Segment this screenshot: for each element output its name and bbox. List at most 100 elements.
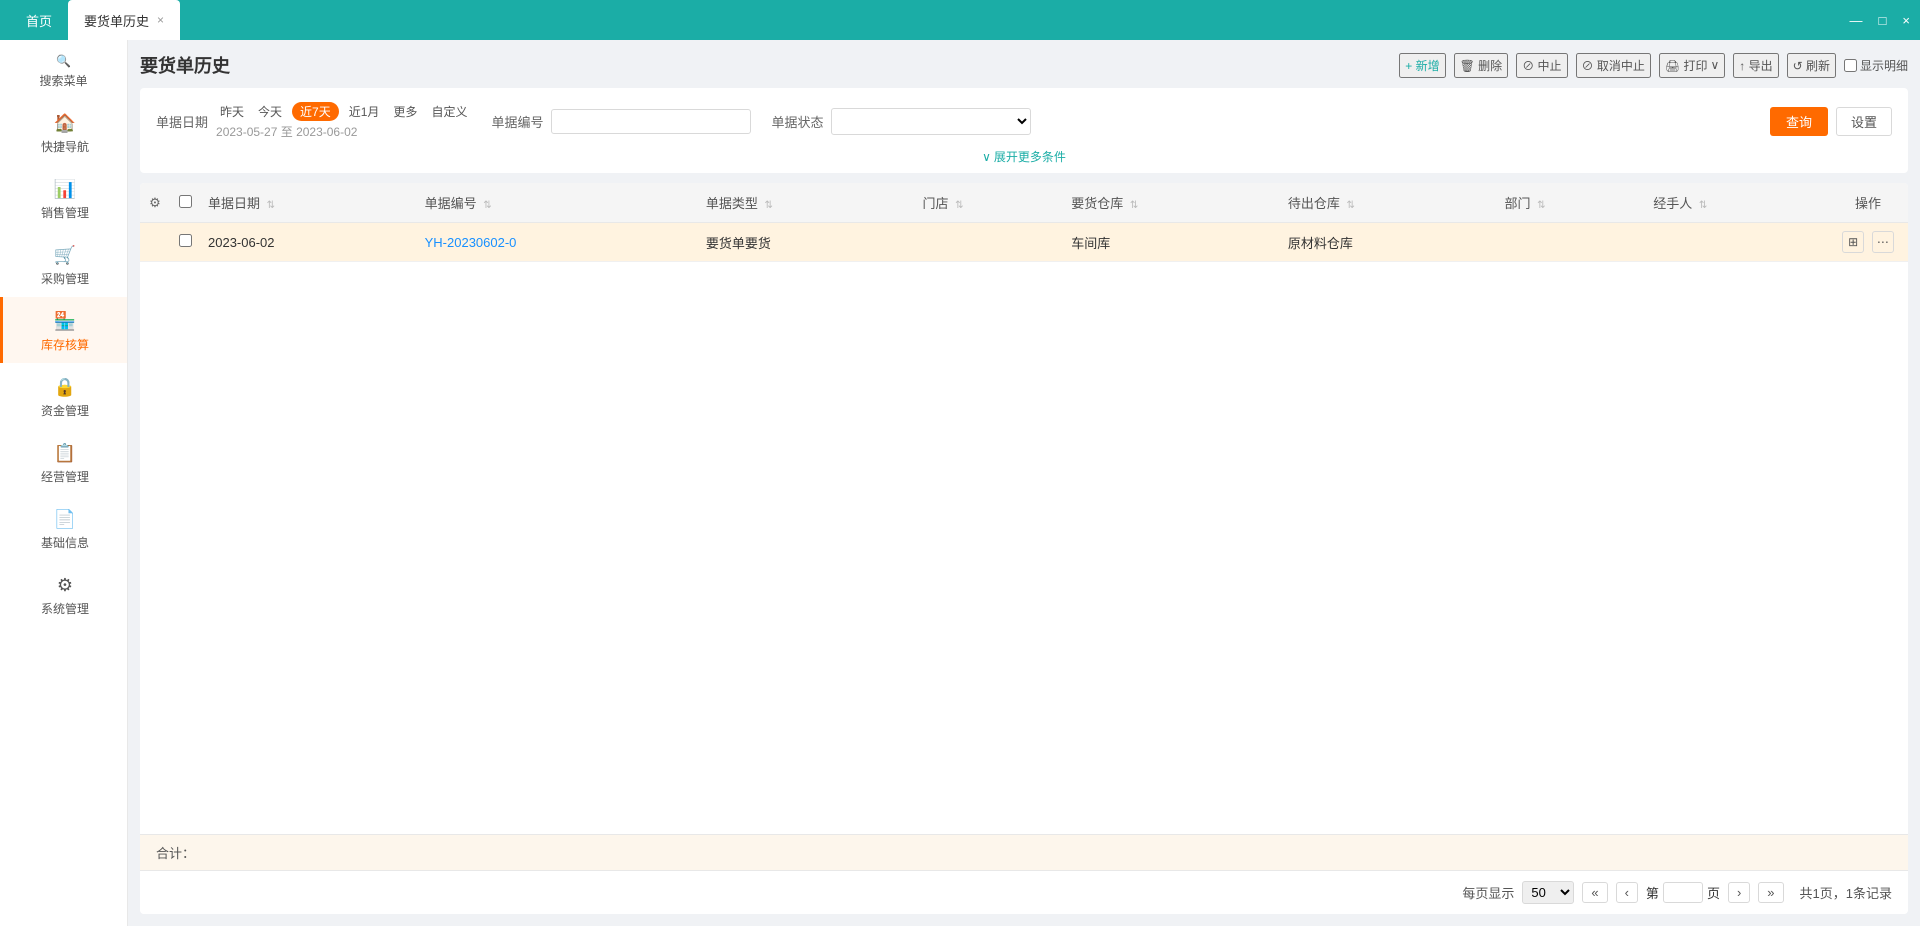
tab-doc-history[interactable]: 要货单历史 ×	[68, 0, 180, 40]
col-doc-date-label: 单据日期	[208, 196, 260, 211]
col-handler[interactable]: 经手人 ⇅	[1645, 183, 1828, 223]
filter-action-buttons: 查询 设置	[1770, 107, 1892, 136]
col-department-label: 部门	[1504, 196, 1530, 211]
page-input[interactable]: 1	[1663, 882, 1703, 903]
cell-req-warehouse: 车间库	[1063, 223, 1280, 262]
operations-icon: 📋	[54, 443, 76, 464]
settings-button[interactable]: 设置	[1836, 107, 1892, 136]
add-button[interactable]: + 新增	[1399, 53, 1445, 78]
shortcut-custom[interactable]: 自定义	[427, 102, 471, 121]
tab-doc-history-label: 要货单历史	[84, 11, 149, 30]
table-wrapper[interactable]: ⚙ 单据日期 ⇅ 单据编号 ⇅	[140, 183, 1908, 834]
op-view-icon[interactable]: ⊞	[1842, 231, 1864, 253]
query-button[interactable]: 查询	[1770, 107, 1828, 136]
cell-doc-no[interactable]: YH-20230602-0	[417, 223, 698, 262]
expand-more-button[interactable]: ∨ 展开更多条件	[156, 148, 1892, 165]
sidebar-item-operations[interactable]: 📋 经营管理	[0, 429, 127, 495]
first-page-button[interactable]: «	[1582, 882, 1607, 903]
shortcut-1month[interactable]: 近1月	[345, 102, 384, 121]
col-doc-date[interactable]: 单据日期 ⇅	[200, 183, 417, 223]
shortcut-7days[interactable]: 近7天	[292, 102, 339, 121]
print-button[interactable]: 🖨 打印 ∨	[1659, 53, 1725, 78]
stop-button[interactable]: ⊘ 中止	[1516, 53, 1567, 78]
display-detail-checkbox[interactable]	[1844, 59, 1857, 72]
pagination-info: 共1页，1条记录	[1800, 883, 1892, 902]
shortcut-yesterday[interactable]: 昨天	[216, 102, 248, 121]
sidebar-item-finance[interactable]: 🔒 资金管理	[0, 363, 127, 429]
header-actions: + 新增 🗑 删除 ⊘ 中止 ⊘ 取消中止 🖨 打印 ∨ ↑ 导出 ↺ 刷新 显…	[1399, 53, 1908, 78]
pagination: 每页显示 10 20 50 100 « ‹ 第 1 页 › » 共1页，1条记录	[140, 870, 1908, 914]
cell-doc-date: 2023-06-02	[200, 223, 417, 262]
sort-department-icon: ⇅	[1537, 200, 1545, 211]
sidebar-item-inventory[interactable]: 🏪 库存核算	[0, 297, 127, 363]
col-doc-type[interactable]: 单据类型 ⇅	[698, 183, 915, 223]
col-doc-type-label: 单据类型	[706, 196, 758, 211]
system-icon: ⚙	[57, 575, 73, 596]
col-settings[interactable]: ⚙	[140, 183, 170, 223]
sidebar-item-basic-info[interactable]: 📄 基础信息	[0, 495, 127, 561]
expand-more-icon: ∨	[982, 150, 991, 164]
op-more-icon[interactable]: ⋯	[1872, 231, 1894, 253]
sales-icon: 📊	[54, 179, 76, 200]
col-ops-label: 操作	[1855, 196, 1881, 211]
sidebar-item-inventory-label: 库存核算	[41, 336, 89, 353]
sidebar-item-sales-label: 销售管理	[41, 204, 89, 221]
content-area: 要货单历史 + 新增 🗑 删除 ⊘ 中止 ⊘ 取消中止 🖨 打印 ∨ ↑ 导出 …	[128, 40, 1920, 926]
col-department[interactable]: 部门 ⇅	[1496, 183, 1645, 223]
sidebar-item-purchase[interactable]: 🛒 采购管理	[0, 231, 127, 297]
main-layout: 🔍 搜索菜单 🏠 快捷导航 📊 销售管理 🛒 采购管理 🏪 库存核算 🔒 资金管…	[0, 40, 1920, 926]
tab-home[interactable]: 首页	[10, 0, 68, 40]
per-page-select[interactable]: 10 20 50 100	[1522, 881, 1574, 904]
cancel-stop-button[interactable]: ⊘ 取消中止	[1576, 53, 1651, 78]
page-input-group: 第 1 页	[1646, 882, 1720, 903]
sidebar-item-system[interactable]: ⚙ 系统管理	[0, 561, 127, 627]
table-header-row: ⚙ 单据日期 ⇅ 单据编号 ⇅	[140, 183, 1908, 223]
sidebar-search[interactable]: 🔍 搜索菜单	[0, 40, 127, 99]
col-pending-warehouse[interactable]: 待出仓库 ⇅	[1280, 183, 1497, 223]
window-controls: — □ ×	[1850, 13, 1910, 28]
tab-close-icon[interactable]: ×	[157, 13, 164, 27]
col-req-warehouse[interactable]: 要货仓库 ⇅	[1063, 183, 1280, 223]
col-doc-no[interactable]: 单据编号 ⇅	[417, 183, 698, 223]
date-filter-label: 单据日期	[156, 112, 208, 131]
page-title: 要货单历史	[140, 52, 230, 78]
delete-button[interactable]: 🗑 删除	[1454, 53, 1509, 78]
shortcut-more[interactable]: 更多	[389, 102, 421, 121]
next-page-button[interactable]: ›	[1728, 882, 1750, 903]
sidebar-item-sales[interactable]: 📊 销售管理	[0, 165, 127, 231]
sidebar-item-system-label: 系统管理	[41, 600, 89, 617]
row-checkbox[interactable]	[179, 234, 192, 247]
print-arrow-icon: ∨	[1710, 58, 1719, 72]
table-footer: 合计：	[140, 834, 1908, 870]
doc-no-link[interactable]: YH-20230602-0	[425, 235, 517, 250]
sort-doc-no-icon: ⇅	[483, 200, 491, 211]
data-table: ⚙ 单据日期 ⇅ 单据编号 ⇅	[140, 183, 1908, 262]
filter-area: 单据日期 昨天 今天 近7天 近1月 更多 自定义 2023-05-27 至 2…	[140, 88, 1908, 173]
sidebar-item-finance-label: 资金管理	[41, 402, 89, 419]
col-store[interactable]: 门店 ⇅	[914, 183, 1063, 223]
sidebar-search-label: 搜索菜单	[39, 72, 87, 89]
export-button[interactable]: ↑ 导出	[1733, 53, 1778, 78]
window-minimize[interactable]: —	[1850, 13, 1863, 28]
search-icon: 🔍	[56, 54, 71, 68]
prev-page-button[interactable]: ‹	[1616, 882, 1638, 903]
finance-icon: 🔒	[54, 377, 76, 398]
col-store-label: 门店	[922, 196, 948, 211]
sort-req-warehouse-icon: ⇅	[1130, 200, 1138, 211]
last-page-button[interactable]: »	[1758, 882, 1783, 903]
display-detail-label: 显示明细	[1860, 57, 1908, 74]
window-maximize[interactable]: □	[1879, 13, 1887, 28]
doc-no-input[interactable]	[551, 109, 751, 134]
cell-checkbox	[170, 223, 200, 262]
sidebar-item-operations-label: 经营管理	[41, 468, 89, 485]
cell-department	[1496, 223, 1645, 262]
refresh-button[interactable]: ↺ 刷新	[1787, 53, 1836, 78]
display-detail-toggle[interactable]: 显示明细	[1844, 57, 1908, 74]
window-close[interactable]: ×	[1902, 13, 1910, 28]
cell-handler	[1645, 223, 1828, 262]
sidebar-item-quick-nav[interactable]: 🏠 快捷导航	[0, 99, 127, 165]
status-select[interactable]	[831, 108, 1031, 135]
select-all-checkbox[interactable]	[179, 195, 192, 208]
shortcut-today[interactable]: 今天	[254, 102, 286, 121]
quick-nav-icon: 🏠	[54, 113, 76, 134]
